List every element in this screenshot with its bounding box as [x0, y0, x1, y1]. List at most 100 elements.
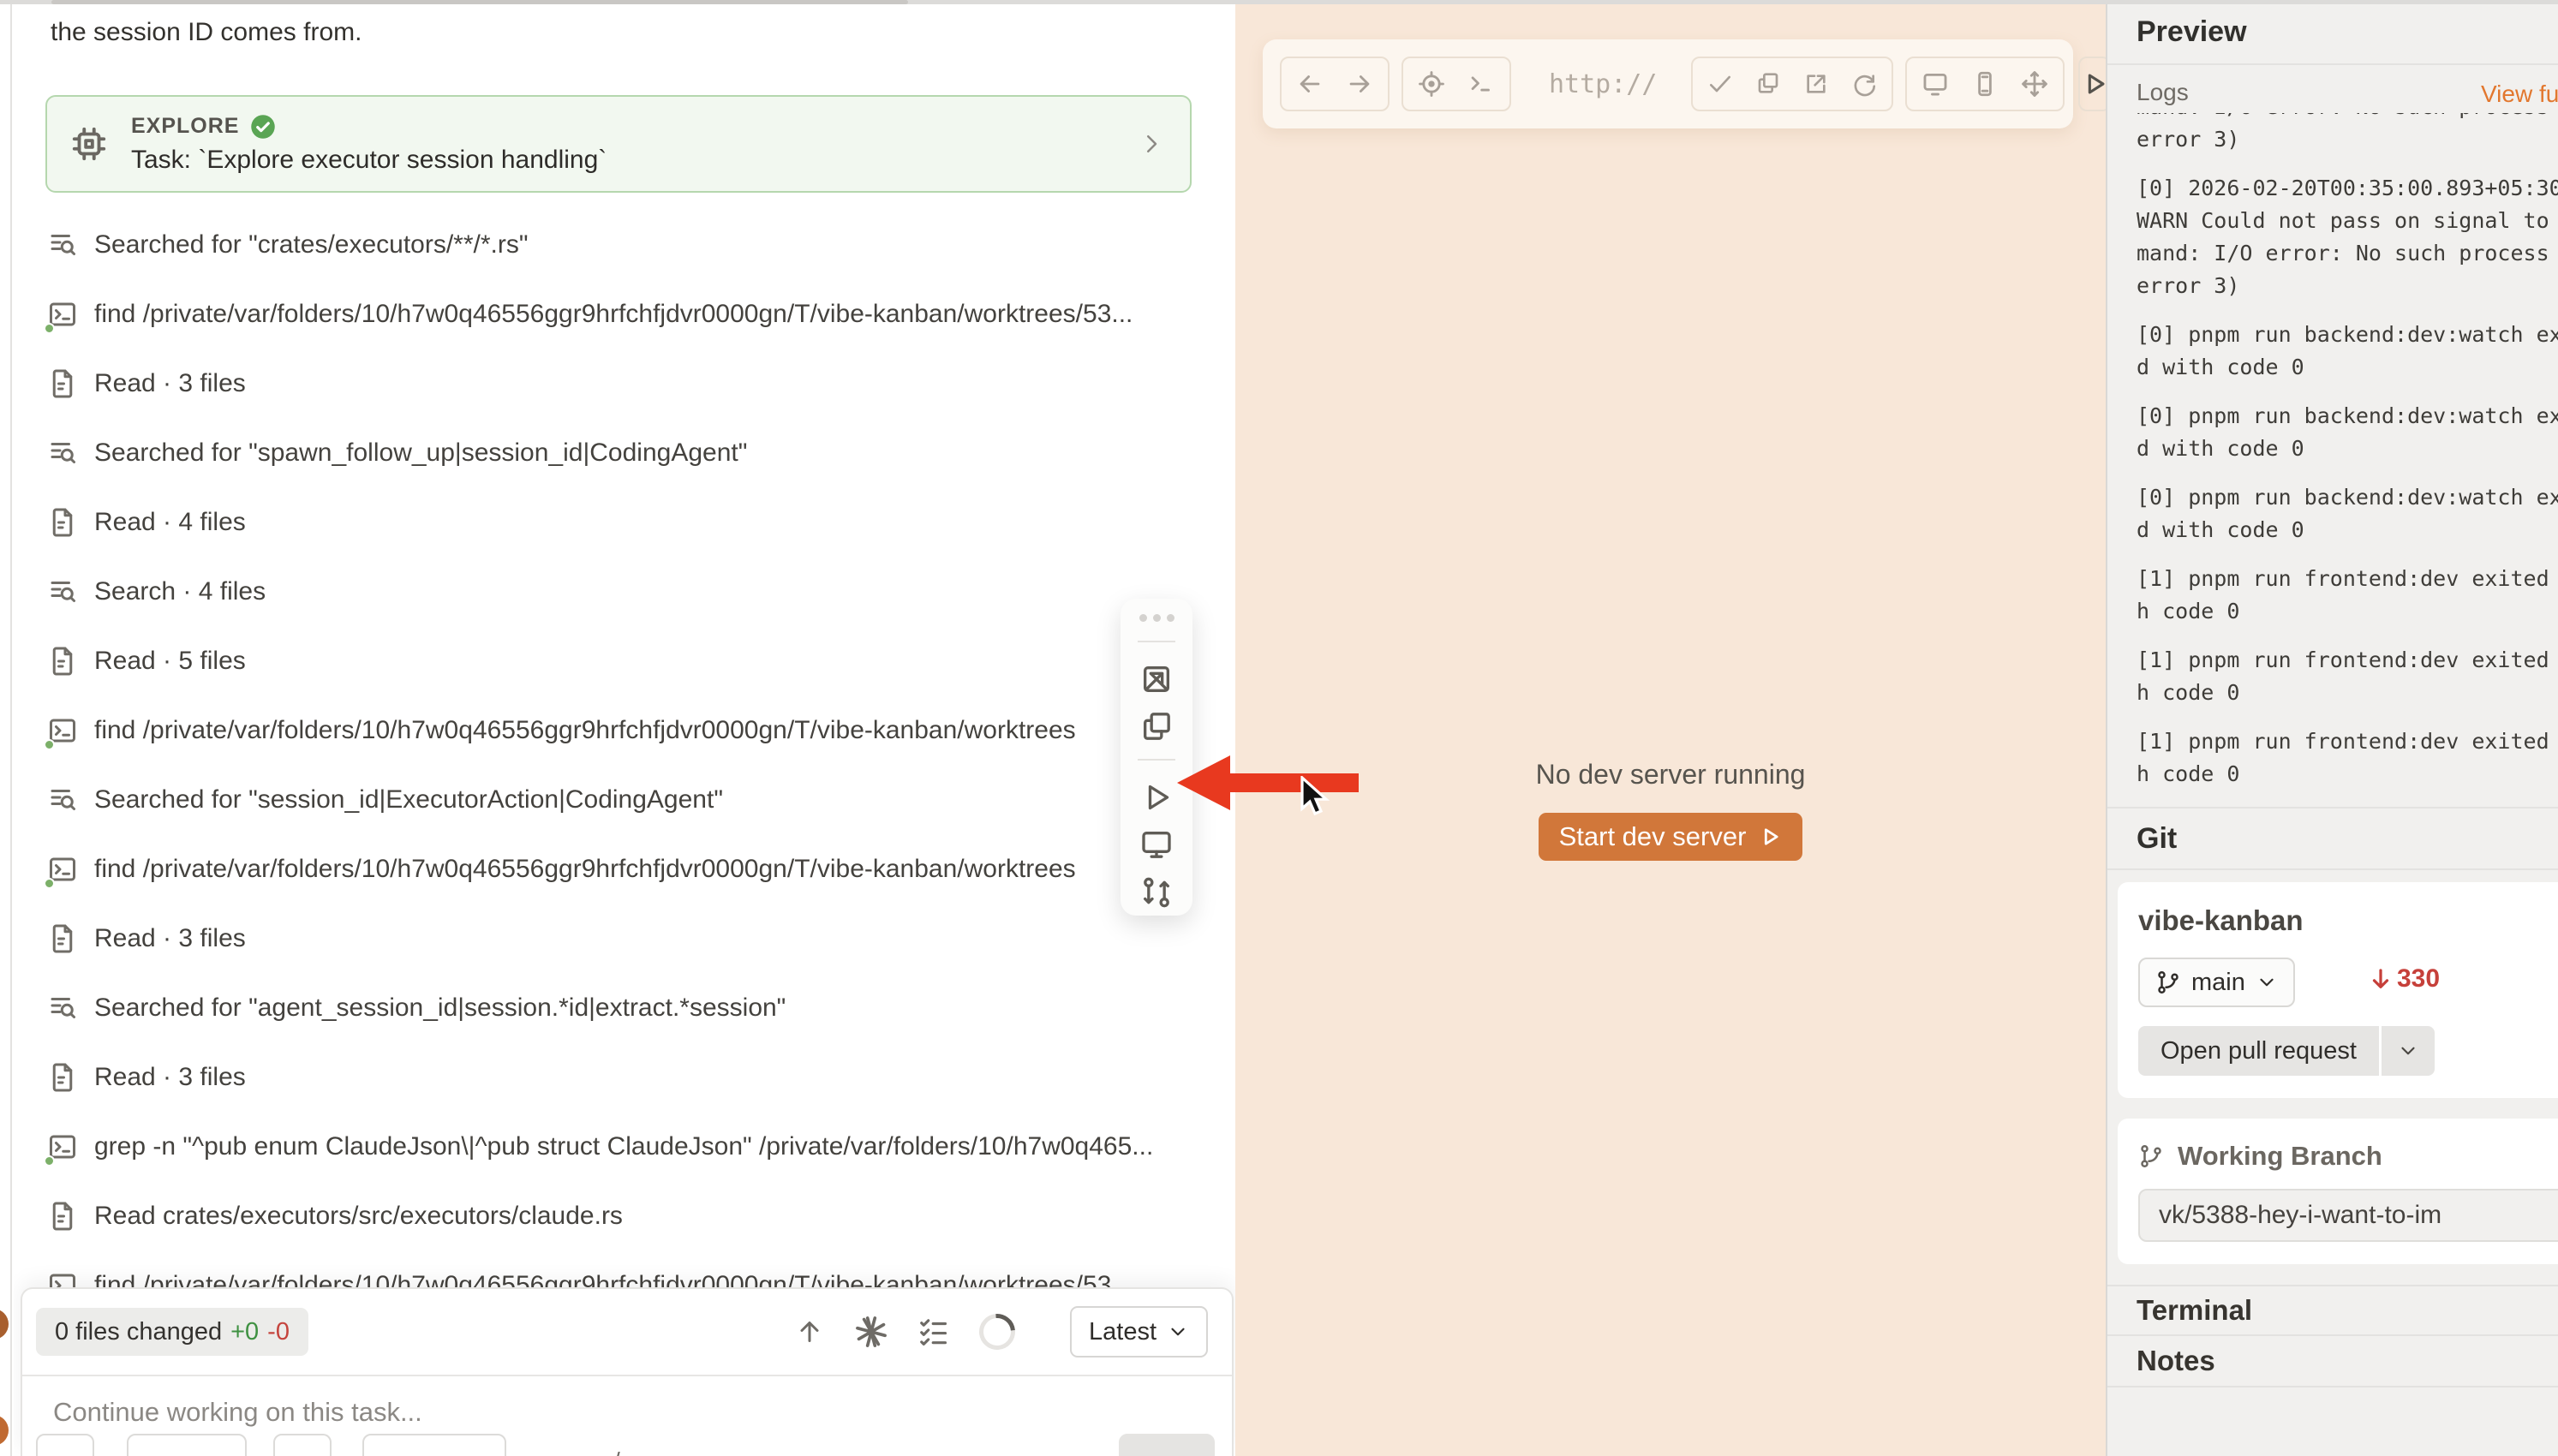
activity-row[interactable]: Searched for "crates/executors/**/*.rs" — [14, 230, 1235, 260]
pull-request-icon[interactable] — [1121, 868, 1192, 916]
pr-options-button[interactable] — [2381, 1026, 2435, 1076]
conversation-panel: how the executor spawns a follow-up sess… — [14, 0, 1235, 1456]
branch-selector[interactable]: main — [2138, 958, 2295, 1007]
file-icon — [47, 368, 78, 399]
activity-row[interactable]: Read · 5 files — [14, 646, 1235, 677]
monitor-icon[interactable] — [1121, 821, 1192, 868]
monitor-icon[interactable] — [1921, 69, 1950, 98]
files-changed-badge[interactable]: 0 files changed +0 -0 — [36, 1308, 308, 1356]
activity-row[interactable]: Search · 4 files — [14, 576, 1235, 607]
logs-content: mand: I/O error: No such process (oserro… — [2137, 113, 2558, 791]
activity-row[interactable]: Searched for "spawn_follow_up|session_id… — [14, 438, 1235, 468]
left-edge-gutter — [0, 0, 12, 1456]
clipped-avatar-top — [0, 1309, 9, 1340]
forward-icon[interactable] — [1345, 69, 1374, 98]
activity-row[interactable]: Read · 3 files — [14, 368, 1235, 399]
external-link-icon[interactable] — [1802, 70, 1830, 98]
move-icon[interactable] — [2020, 69, 2049, 98]
clipped-avatar-bottom — [0, 1415, 9, 1446]
activity-row[interactable]: Read · 3 files — [14, 923, 1235, 954]
git-repo-card: vibe-kanban main 330 Open pull request — [2118, 882, 2558, 1098]
activity-text: find /private/var/folders/10/h7w0q46556g… — [94, 855, 1076, 883]
logs-section: Logs View full logs mand: I/O error: No … — [2107, 65, 2558, 809]
success-dot — [44, 739, 55, 750]
activity-text: Read · 3 files — [94, 1063, 246, 1091]
file-icon — [47, 507, 78, 538]
terminal-prompt-icon[interactable] — [1467, 69, 1496, 98]
activity-row[interactable]: Searched for "session_id|ExecutorAction|… — [14, 785, 1235, 815]
activity-text: Search · 4 files — [94, 577, 266, 606]
start-dev-server-button[interactable]: Start dev server — [1538, 813, 1803, 861]
preview-section-header[interactable]: Preview — [2107, 0, 2558, 65]
composer-footer: 0 files changed +0 -0 Latest Continue wo… — [21, 1287, 1234, 1456]
details-sidebar: Preview Logs View full logs mand: I/O er… — [2106, 0, 2558, 1456]
git-section-header[interactable]: Git — [2107, 809, 2558, 870]
back-icon[interactable] — [1295, 69, 1324, 98]
locate-icon[interactable] — [1417, 69, 1446, 98]
refresh-icon[interactable] — [1850, 70, 1878, 98]
copy-icon[interactable] — [1754, 70, 1782, 98]
activity-row[interactable]: find /private/var/folders/10/h7w0q46556g… — [14, 299, 1235, 334]
git-branch-icon — [2155, 970, 2181, 995]
send-button[interactable] — [1119, 1434, 1215, 1456]
divider — [1138, 759, 1175, 761]
log-entry: [0] pnpm run backend:dev:watch exite d wi… — [2137, 322, 2558, 379]
sidebar-section-rows: Terminal Notes — [2107, 1285, 2558, 1387]
removed-count: -0 — [267, 1317, 290, 1346]
latest-dropdown[interactable]: Latest — [1070, 1306, 1208, 1358]
sidebar-section-notes[interactable]: Notes — [2107, 1336, 2558, 1387]
section-title: Git — [2137, 821, 2178, 855]
stub-button[interactable] — [273, 1434, 332, 1456]
section-title: Preview — [2137, 15, 2247, 48]
explore-task-card[interactable]: EXPLORE Task: `Explore executor session … — [45, 95, 1192, 193]
activity-text: find /private/var/folders/10/h7w0q46556g… — [94, 300, 1133, 328]
activity-row[interactable]: find /private/var/folders/10/h7w0q46556g… — [14, 854, 1235, 889]
drag-handle[interactable] — [1139, 614, 1174, 622]
stub-button[interactable] — [127, 1434, 247, 1456]
added-count: +0 — [230, 1317, 260, 1346]
activity-row[interactable]: find /private/var/folders/10/h7w0q46556g… — [14, 715, 1235, 750]
activity-list: Searched for "crates/executors/**/*.rs" f… — [14, 230, 1235, 1305]
up-arrow-icon[interactable] — [794, 1316, 825, 1347]
stub-button[interactable] — [362, 1434, 506, 1456]
activity-row[interactable]: Read crates/executors/src/executors/clau… — [14, 1201, 1235, 1232]
file-icon — [47, 923, 78, 954]
frame-slash-icon[interactable] — [1121, 656, 1192, 703]
shortcut-hint: / — [613, 1447, 620, 1456]
activity-row[interactable]: Searched for "agent_session_id|session.*… — [14, 993, 1235, 1023]
url-input[interactable]: http:// — [1549, 69, 1657, 99]
working-branch-value[interactable]: vk/5388-hey-i-want-to-im — [2138, 1189, 2558, 1242]
terminal-icon — [44, 1131, 78, 1167]
divider — [22, 1375, 1232, 1376]
logs-viewport[interactable]: mand: I/O error: No such process (oserro… — [2137, 113, 2558, 793]
repo-name: vibe-kanban — [2138, 904, 2304, 936]
scrollbar-thumb[interactable] — [51, 0, 908, 4]
search-list-icon — [47, 576, 78, 607]
mouse-cursor — [1300, 776, 1330, 816]
checklist-icon[interactable] — [917, 1316, 950, 1348]
burst-icon[interactable] — [854, 1315, 888, 1349]
file-icon — [47, 646, 78, 677]
play-icon — [1758, 825, 1782, 849]
activity-row[interactable]: Read · 3 files — [14, 1062, 1235, 1093]
activity-text: Searched for "crates/executors/**/*.rs" — [94, 230, 529, 259]
activity-text: Read · 3 files — [94, 369, 246, 397]
open-pull-request-button[interactable]: Open pull request — [2138, 1026, 2379, 1076]
file-icon — [47, 1062, 78, 1093]
activity-row[interactable]: Read · 4 files — [14, 507, 1235, 538]
app-window: how the executor spawns a follow-up sess… — [0, 0, 2558, 1456]
sidebar-section-terminal[interactable]: Terminal — [2107, 1285, 2558, 1336]
dev-server-empty-state: No dev server running Start dev server — [1235, 759, 2106, 861]
working-branch-card: Working Branch vk/5388-hey-i-want-to-im — [2118, 1119, 2558, 1264]
explore-label: EXPLORE — [131, 114, 240, 138]
phone-icon[interactable] — [1970, 69, 1999, 98]
log-entry: [0] pnpm run backend:dev:watch exite d wi… — [2137, 403, 2558, 461]
stub-button[interactable] — [36, 1434, 94, 1456]
message-input-placeholder[interactable]: Continue working on this task... — [53, 1397, 1232, 1428]
check-icon[interactable] — [1706, 70, 1734, 98]
copy-icon[interactable] — [1121, 703, 1192, 750]
activity-row[interactable]: grep -n "^pub enum ClaudeJson\|^pub stru… — [14, 1131, 1235, 1167]
view-full-logs-link[interactable]: View full logs — [2481, 81, 2558, 108]
success-dot — [44, 878, 55, 889]
activity-text: Read crates/executors/src/executors/clau… — [94, 1202, 623, 1230]
